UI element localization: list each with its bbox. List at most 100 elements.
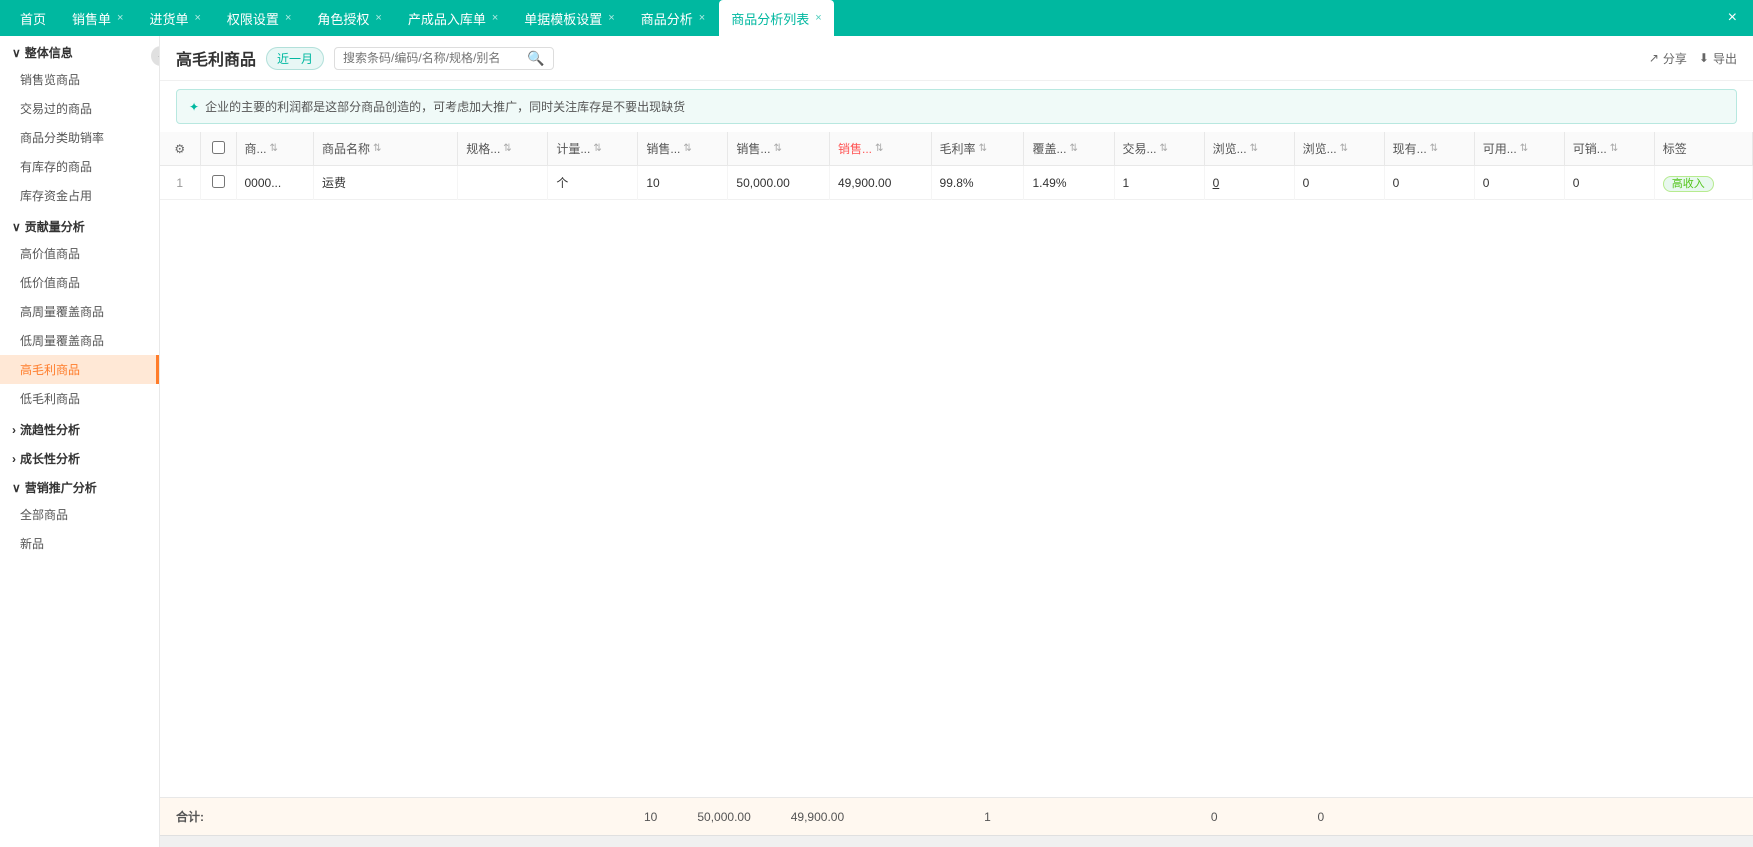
col-header-transaction[interactable]: 交易... ⇅ [1114,132,1204,166]
search-icon[interactable]: 🔍 [527,50,544,67]
table-row: 1 0000... 运费 个 10 50,000.00 49,900.00 99… [160,166,1753,200]
footer-sales-qty: 10 [644,810,657,824]
cell-check [200,166,236,200]
select-all-checkbox[interactable] [212,141,225,154]
col-header-name[interactable]: 商品名称 ⇅ [313,132,457,166]
bottom-scrollbar[interactable] [160,835,1753,847]
cell-code: 0000... [236,166,313,200]
tag-badge: 高收入 [1663,176,1714,192]
nav-product-analysis[interactable]: 商品分析 × [629,0,717,36]
sidebar-group-growth[interactable]: › 成长性分析 [0,442,159,471]
header-actions: ↗ 分享 ⬇ 导出 [1649,50,1737,67]
sidebar-item-in-stock[interactable]: 有库存的商品 [0,152,159,181]
nav-product-inbound[interactable]: 产成品入库单 × [396,0,510,36]
cell-unit: 个 [548,166,638,200]
cell-gross-rate: 99.8% [931,166,1024,200]
footer-label: 合计: [176,808,204,825]
col-header-sales-profit[interactable]: 销售... ⇅ [829,132,931,166]
cell-saleable: 0 [1564,166,1654,200]
content-header: 高毛利商品 近一月 🔍 ↗ 分享 ⬇ 导出 [160,36,1753,81]
cell-sales-qty: 10 [638,166,728,200]
nav-template-settings[interactable]: 单据模板设置 × [512,0,626,36]
sidebar: « ∨ 整体信息 销售览商品 交易过的商品 商品分类助销率 有库存的商品 库存资… [0,36,160,847]
main-layout: « ∨ 整体信息 销售览商品 交易过的商品 商品分类助销率 有库存的商品 库存资… [0,36,1753,847]
sidebar-item-all-products[interactable]: 全部商品 [0,500,159,529]
col-header-coverage[interactable]: 覆盖... ⇅ [1024,132,1114,166]
nav-home[interactable]: 首页 [8,0,58,36]
data-table: ⚙ 商... ⇅ 商品名称 [160,132,1753,200]
info-icon: ✦ [189,100,199,114]
sidebar-item-low-coverage[interactable]: 低周量覆盖商品 [0,326,159,355]
col-header-check [200,132,236,166]
cell-sales-profit: 49,900.00 [829,166,931,200]
cell-browse1: 0 [1204,166,1294,200]
col-header-tag[interactable]: 标签 [1654,132,1752,166]
search-input[interactable] [343,51,523,65]
sidebar-item-traded[interactable]: 交易过的商品 [0,94,159,123]
nav-product-analysis-list[interactable]: 商品分析列表 × [719,0,833,36]
sidebar-item-low-margin[interactable]: 低毛利商品 [0,384,159,413]
col-header-browse1[interactable]: 浏览... ⇅ [1204,132,1294,166]
sidebar-item-new-products[interactable]: 新品 [0,529,159,558]
col-header-available[interactable]: 可用... ⇅ [1474,132,1564,166]
nav-close-sales-order[interactable]: × [117,12,123,24]
sidebar-item-high-value[interactable]: 高价值商品 [0,239,159,268]
sidebar-group-marketing[interactable]: ∨ 营销推广分析 [0,471,159,500]
info-banner: ✦ 企业的主要的利润都是这部分商品创造的，可考虑加大推广，同时关注库存是不要出现… [176,89,1737,124]
sidebar-group-contribution[interactable]: ∨ 贡献量分析 [0,210,159,239]
nav-close-product-analysis-list[interactable]: × [815,12,821,24]
nav-close-purchase-order[interactable]: × [194,12,200,24]
col-header-sales-amount[interactable]: 销售... ⇅ [728,132,830,166]
col-header-spec[interactable]: 规格... ⇅ [458,132,548,166]
nav-purchase-order[interactable]: 进货单 × [137,0,212,36]
col-header-current-stock[interactable]: 现有... ⇅ [1384,132,1474,166]
col-header-code[interactable]: 商... ⇅ [236,132,313,166]
sidebar-group-trend[interactable]: › 流趋性分析 [0,413,159,442]
export-button[interactable]: ⬇ 导出 [1699,50,1737,67]
nav-close-template-settings[interactable]: × [608,12,614,24]
cell-tag: 高收入 [1654,166,1752,200]
nav-close-role-auth[interactable]: × [375,12,381,24]
cell-browse2: 0 [1294,166,1384,200]
sidebar-item-low-value[interactable]: 低价值商品 [0,268,159,297]
nav-close-product-analysis[interactable]: × [699,12,705,24]
share-button[interactable]: ↗ 分享 [1649,50,1687,67]
col-header-saleable[interactable]: 可销... ⇅ [1564,132,1654,166]
nav-permission-settings[interactable]: 权限设置 × [215,0,303,36]
table-settings-icon[interactable]: ⚙ [174,142,185,156]
col-header-browse2[interactable]: 浏览... ⇅ [1294,132,1384,166]
export-icon: ⬇ [1699,51,1709,65]
content-area: 高毛利商品 近一月 🔍 ↗ 分享 ⬇ 导出 ✦ 企业的主要的利润都是这部分商品创… [160,36,1753,847]
table-footer: 合计: 10 50,000.00 49,900.00 1 0 0 [160,797,1753,835]
row-checkbox[interactable] [212,175,225,188]
search-box: 🔍 [334,47,554,70]
filter-recent-month-button[interactable]: 近一月 [266,47,324,70]
sidebar-item-sales-top[interactable]: 销售览商品 [0,65,159,94]
window-close-button[interactable]: × [1720,9,1745,27]
page-title: 高毛利商品 [176,46,256,70]
cell-transaction: 1 [1114,166,1204,200]
sidebar-item-high-margin[interactable]: 高毛利商品 [0,355,159,384]
nav-sales-order[interactable]: 销售单 × [60,0,135,36]
col-header-unit[interactable]: 计量... ⇅ [548,132,638,166]
sidebar-item-stock-capital[interactable]: 库存资金占用 [0,181,159,210]
table-header-row: ⚙ 商... ⇅ 商品名称 [160,132,1753,166]
cell-index: 1 [160,166,200,200]
cell-coverage: 1.49% [1024,166,1114,200]
col-header-gross-rate[interactable]: 毛利率 ⇅ [931,132,1024,166]
browse1-link[interactable]: 0 [1213,176,1220,190]
share-icon: ↗ [1649,51,1659,65]
cell-sales-amount: 50,000.00 [728,166,830,200]
col-header-sales-qty[interactable]: 销售... ⇅ [638,132,728,166]
nav-close-product-inbound[interactable]: × [492,12,498,24]
footer-sales-profit: 49,900.00 [791,810,844,824]
table-body: 1 0000... 运费 个 10 50,000.00 49,900.00 99… [160,166,1753,200]
cell-available: 0 [1474,166,1564,200]
sidebar-group-overall[interactable]: ∨ 整体信息 [0,36,159,65]
nav-close-permission-settings[interactable]: × [285,12,291,24]
top-navigation: 首页 销售单 × 进货单 × 权限设置 × 角色授权 × 产成品入库单 × 单据… [0,0,1753,36]
sidebar-item-high-coverage[interactable]: 高周量覆盖商品 [0,297,159,326]
nav-role-auth[interactable]: 角色授权 × [305,0,393,36]
sidebar-item-category-rate[interactable]: 商品分类助销率 [0,123,159,152]
footer-available: 0 [1318,810,1325,824]
